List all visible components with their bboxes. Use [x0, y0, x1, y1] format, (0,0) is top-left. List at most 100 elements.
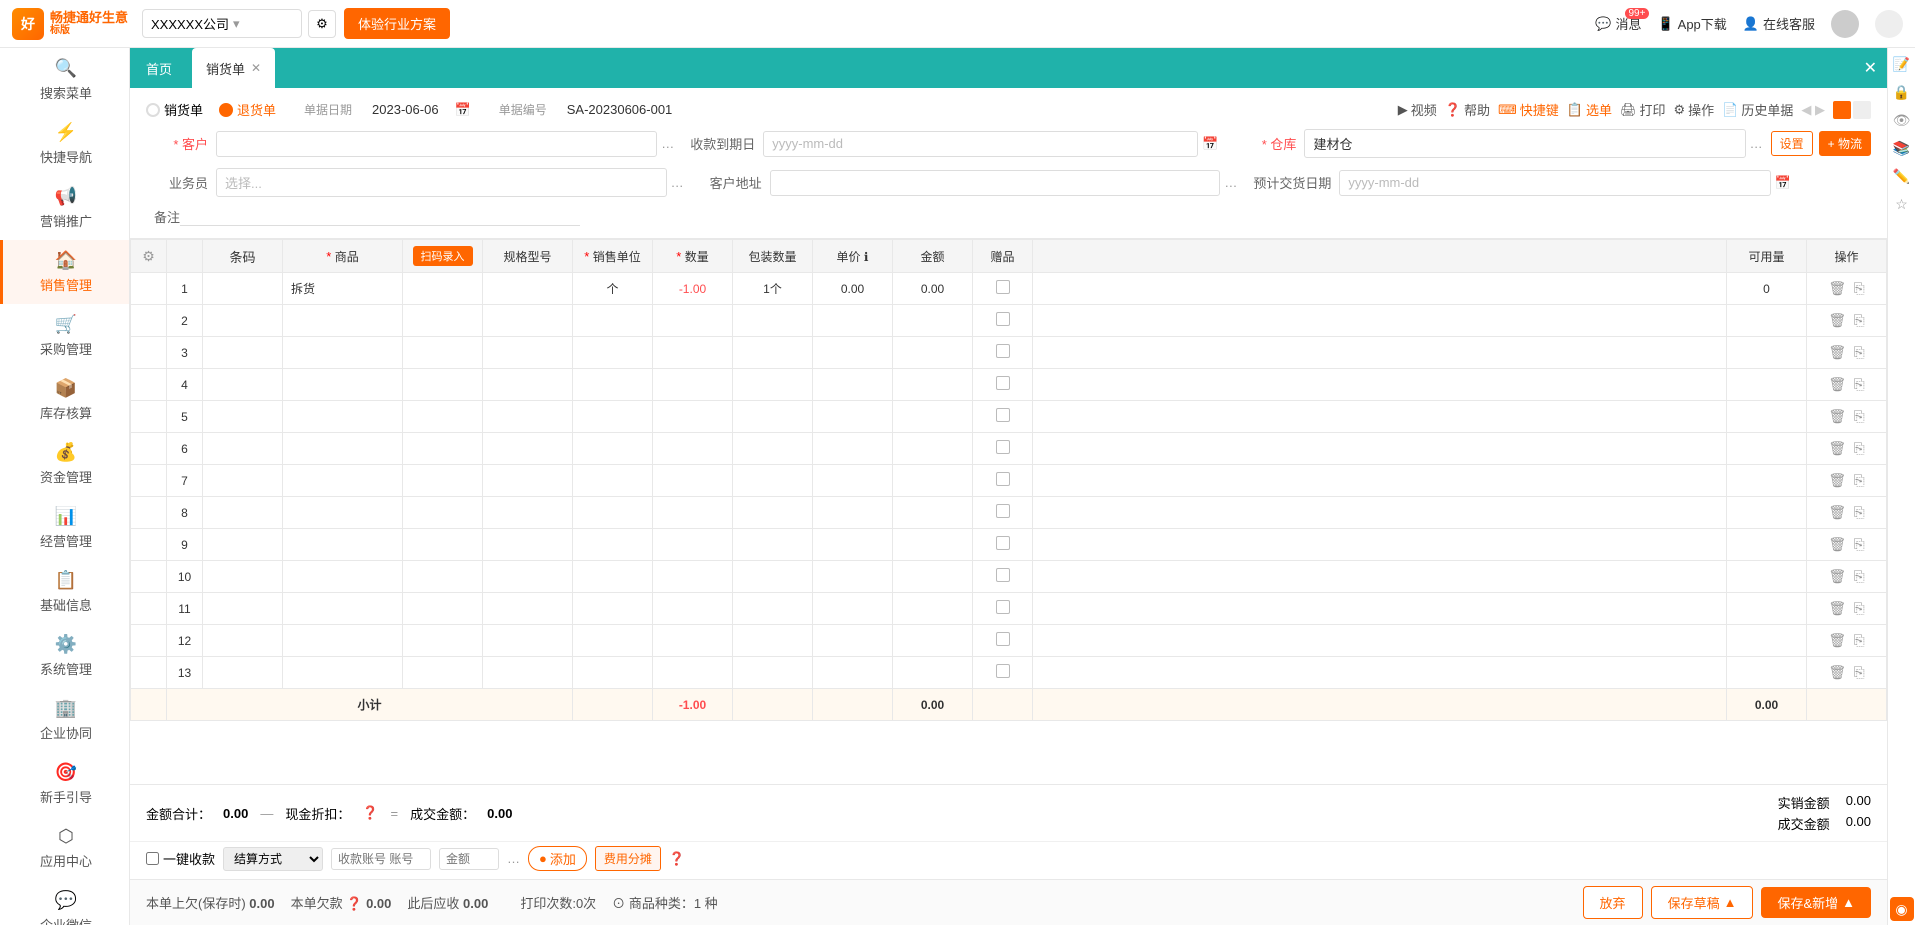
tab-close-icon[interactable]: ✕ [251, 61, 261, 75]
row-barcode-12[interactable] [203, 657, 283, 689]
warehouse-input[interactable]: 建材仓 [1304, 129, 1745, 158]
row-gift-11[interactable] [973, 625, 1033, 657]
row-gift-2[interactable] [973, 337, 1033, 369]
row-product-7[interactable] [283, 497, 403, 529]
row-remark-0[interactable] [1033, 273, 1727, 305]
one-click-pay-checkbox[interactable]: 一键收款 [146, 849, 215, 868]
sidebar-item-basic[interactable]: 📋 基础信息 [0, 560, 129, 624]
right-icon-note[interactable]: 📝 [1890, 52, 1914, 76]
sidebar-item-guide[interactable]: 🎯 新手引导 [0, 752, 129, 816]
row-product-1[interactable] [283, 305, 403, 337]
row-barcode-11[interactable] [203, 625, 283, 657]
row-barcode-5[interactable] [203, 433, 283, 465]
row-price-5[interactable] [813, 433, 893, 465]
row-qty-9[interactable] [653, 561, 733, 593]
row-unit-12[interactable] [573, 657, 653, 689]
row-copy-icon-2[interactable]: ⎘ [1853, 344, 1864, 360]
row-delete-icon-8[interactable]: 🗑 [1828, 536, 1846, 552]
row-unit-0[interactable]: 个 [573, 273, 653, 305]
salesperson-input[interactable]: 选择... [216, 168, 667, 197]
row-pkg-10[interactable] [733, 593, 813, 625]
receive-date-cal-icon[interactable]: 📅 [1202, 136, 1218, 152]
row-gift-12[interactable] [973, 657, 1033, 689]
row-copy-icon-12[interactable]: ⎘ [1853, 664, 1864, 680]
row-amount-8[interactable] [893, 529, 973, 561]
row-product-8[interactable] [283, 529, 403, 561]
row-spec-7[interactable] [483, 497, 573, 529]
row-barcode-3[interactable] [203, 369, 283, 401]
scan-button[interactable]: 扫码录入 [413, 246, 473, 266]
row-copy-icon-11[interactable]: ⎘ [1853, 632, 1864, 648]
row-amount-9[interactable] [893, 561, 973, 593]
message-button[interactable]: 💬 消息 99+ [1595, 14, 1641, 33]
one-click-pay-input[interactable] [146, 852, 159, 865]
row-spec-2[interactable] [483, 337, 573, 369]
select-btn[interactable]: 📋 选单 [1567, 100, 1612, 119]
row-gift-0[interactable] [973, 273, 1033, 305]
row-price-1[interactable] [813, 305, 893, 337]
row-price-8[interactable] [813, 529, 893, 561]
row-pkg-5[interactable] [733, 433, 813, 465]
sidebar-item-quicknav[interactable]: ⚡ 快捷导航 [0, 112, 129, 176]
row-barcode-4[interactable] [203, 401, 283, 433]
right-icon-edit[interactable]: ✏️ [1890, 164, 1914, 188]
row-pkg-0[interactable]: 1个 [733, 273, 813, 305]
row-product-5[interactable] [283, 433, 403, 465]
row-barcode-0[interactable] [203, 273, 283, 305]
row-gift-6[interactable] [973, 465, 1033, 497]
row-qty-12[interactable] [653, 657, 733, 689]
row-price-10[interactable] [813, 593, 893, 625]
sidebar-item-wechat[interactable]: 💬 企业微信 [0, 880, 129, 925]
row-spec-0[interactable] [483, 273, 573, 305]
row-product-11[interactable] [283, 625, 403, 657]
amount-input[interactable] [439, 848, 499, 870]
row-price-11[interactable] [813, 625, 893, 657]
col-settings-icon[interactable]: ⚙ [142, 248, 155, 264]
row-unit-1[interactable] [573, 305, 653, 337]
row-amount-1[interactable] [893, 305, 973, 337]
row-delete-icon-7[interactable]: 🗑 [1828, 504, 1846, 520]
row-delete-icon-1[interactable]: 🗑 [1828, 312, 1846, 328]
row-price-4[interactable] [813, 401, 893, 433]
discard-button[interactable]: 放弃 [1583, 886, 1643, 919]
row-product-6[interactable] [283, 465, 403, 497]
tab-home[interactable]: 首页 [130, 48, 188, 88]
row-gift-1[interactable] [973, 305, 1033, 337]
row-price-7[interactable] [813, 497, 893, 529]
row-delete-icon-3[interactable]: 🗑 [1828, 376, 1846, 392]
account-input[interactable] [331, 848, 431, 870]
row-pkg-2[interactable] [733, 337, 813, 369]
right-icon-book[interactable]: 📚 [1890, 136, 1914, 160]
row-spec-8[interactable] [483, 529, 573, 561]
row-spec-10[interactable] [483, 593, 573, 625]
row-qty-1[interactable] [653, 305, 733, 337]
row-amount-2[interactable] [893, 337, 973, 369]
row-spec-1[interactable] [483, 305, 573, 337]
tab-sales-order[interactable]: 销货单 ✕ [192, 48, 275, 88]
sidebar-item-apps[interactable]: ⬡ 应用中心 [0, 816, 129, 880]
row-spec-6[interactable] [483, 465, 573, 497]
row-product-9[interactable] [283, 561, 403, 593]
sidebar-item-inventory[interactable]: 📦 库存核算 [0, 368, 129, 432]
row-delete-icon-6[interactable]: 🗑 [1828, 472, 1846, 488]
radio-sales[interactable]: 销货单 [146, 100, 203, 119]
row-unit-9[interactable] [573, 561, 653, 593]
row-pkg-11[interactable] [733, 625, 813, 657]
row-product-2[interactable] [283, 337, 403, 369]
row-remark-8[interactable] [1033, 529, 1727, 561]
row-qty-10[interactable] [653, 593, 733, 625]
row-spec-11[interactable] [483, 625, 573, 657]
sidebar-item-finance[interactable]: 💰 资金管理 [0, 432, 129, 496]
row-spec-3[interactable] [483, 369, 573, 401]
row-product-12[interactable] [283, 657, 403, 689]
row-price-0[interactable]: 0.00 [813, 273, 893, 305]
row-barcode-10[interactable] [203, 593, 283, 625]
row-pkg-6[interactable] [733, 465, 813, 497]
save-draft-button[interactable]: 保存草稿 ▲ [1651, 886, 1754, 919]
row-spec-9[interactable] [483, 561, 573, 593]
row-gift-5[interactable] [973, 433, 1033, 465]
row-product-4[interactable] [283, 401, 403, 433]
row-qty-5[interactable] [653, 433, 733, 465]
row-gift-3[interactable] [973, 369, 1033, 401]
row-delete-icon-2[interactable]: 🗑 [1828, 344, 1846, 360]
